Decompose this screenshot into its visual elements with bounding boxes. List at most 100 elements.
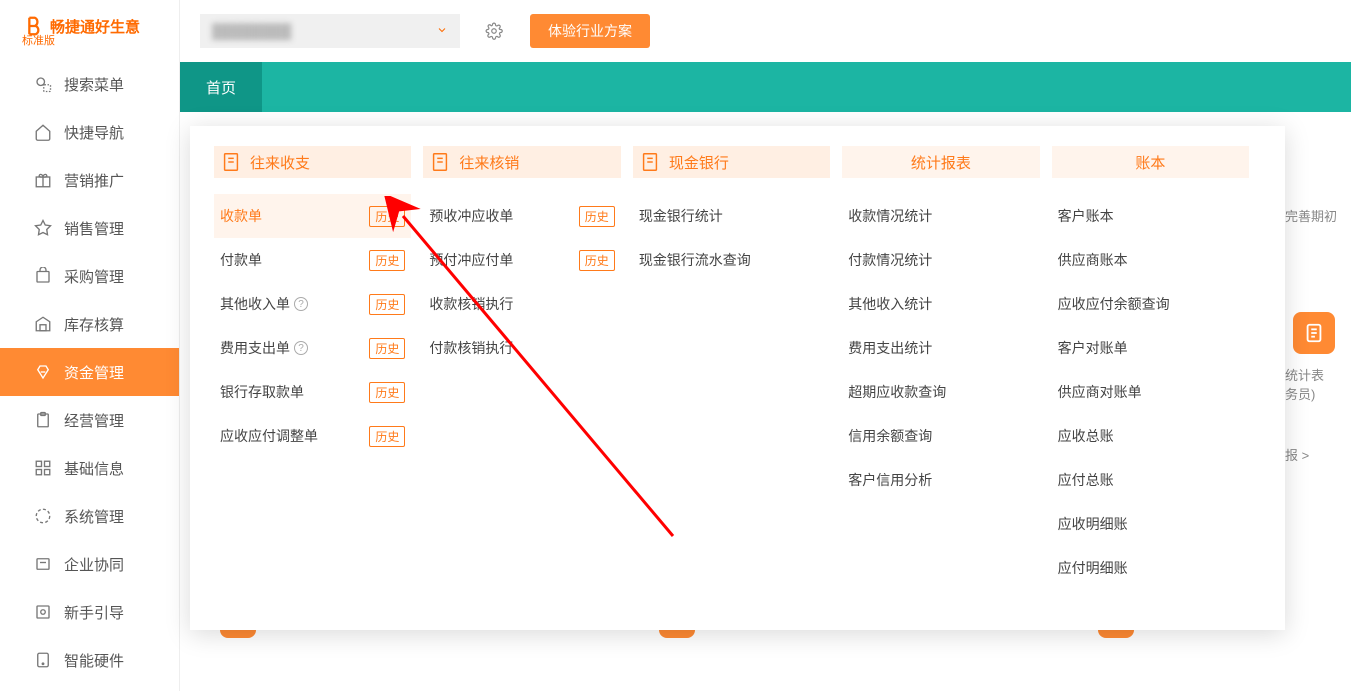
sidebar-item-label: 企业协同: [64, 554, 124, 575]
logo: 畅捷通好生意 标准版: [0, 0, 179, 52]
sidebar-item-5[interactable]: 库存核算: [0, 300, 179, 348]
menu-item[interactable]: 客户账本: [1052, 194, 1249, 238]
sidebar-item-3[interactable]: 销售管理: [0, 204, 179, 252]
search-icon: [34, 75, 52, 93]
floating-doc-button[interactable]: [1293, 312, 1335, 354]
menu-column-header: 往来核销: [423, 146, 620, 178]
menu-item[interactable]: 付款单历史: [214, 238, 411, 282]
help-icon[interactable]: ?: [294, 297, 308, 311]
tab-home[interactable]: 首页: [180, 62, 262, 112]
menu-column-title: 往来收支: [250, 152, 310, 173]
history-tag[interactable]: 历史: [369, 382, 405, 403]
menu-item[interactable]: 供应商账本: [1052, 238, 1249, 282]
menu-item[interactable]: 其他收入单? 历史: [214, 282, 411, 326]
menu-item-label: 银行存取款单: [220, 382, 304, 402]
menu-item-label: 应收应付余额查询: [1058, 294, 1170, 314]
sidebar-item-label: 资金管理: [64, 362, 124, 383]
company-dropdown[interactable]: ████████: [200, 14, 460, 48]
menu-item[interactable]: 其他收入统计: [842, 282, 1039, 326]
menu-item-label: 收款情况统计: [848, 206, 932, 226]
help-icon[interactable]: ?: [294, 341, 308, 355]
menu-item[interactable]: 预收冲应收单 历史: [423, 194, 620, 238]
menu-item[interactable]: 客户对账单: [1052, 326, 1249, 370]
menu-item-label: 客户账本: [1058, 206, 1114, 226]
menu-item[interactable]: 应收应付调整单 历史: [214, 414, 411, 458]
logo-text: 畅捷通好生意: [50, 16, 140, 37]
chevron-down-icon: [436, 23, 448, 39]
menu-item-label: 预收冲应收单: [429, 206, 513, 226]
menu-item-label: 付款情况统计: [848, 250, 932, 270]
nav-list: 搜索菜单快捷导航营销推广销售管理采购管理库存核算资金管理经营管理基础信息系统管理…: [0, 52, 179, 684]
menu-item-label: 其他收入单?: [220, 294, 308, 314]
history-tag[interactable]: 历史: [369, 294, 405, 315]
menu-item-label: 费用支出单?: [220, 338, 308, 358]
sidebar-item-label: 库存核算: [64, 314, 124, 335]
sidebar-item-label: 采购管理: [64, 266, 124, 287]
sidebar-item-4[interactable]: 采购管理: [0, 252, 179, 300]
menu-item[interactable]: 客户信用分析: [842, 458, 1039, 502]
sidebar-item-6[interactable]: 资金管理: [0, 348, 179, 396]
spinner-icon: [34, 507, 52, 525]
history-tag[interactable]: 历史: [579, 250, 615, 271]
menu-item-label: 超期应收款查询: [848, 382, 946, 402]
menu-column-2: 现金银行现金银行统计现金银行流水查询: [633, 146, 842, 590]
menu-item[interactable]: 应付明细账: [1052, 546, 1249, 590]
history-tag[interactable]: 历史: [369, 338, 405, 359]
sidebar-item-1[interactable]: 快捷导航: [0, 108, 179, 156]
money-icon: [34, 363, 52, 381]
menu-item[interactable]: 现金银行统计: [633, 194, 830, 238]
history-tag[interactable]: 历史: [369, 206, 405, 227]
menu-item[interactable]: 付款情况统计: [842, 238, 1039, 282]
menu-item-label: 应收应付调整单: [220, 426, 318, 446]
menu-item-label: 应收明细账: [1058, 514, 1128, 534]
menu-item[interactable]: 银行存取款单 历史: [214, 370, 411, 414]
top-bar: ████████ 体验行业方案: [180, 0, 1351, 62]
badge-icon: [34, 219, 52, 237]
grid-icon: [34, 459, 52, 477]
sidebar-item-2[interactable]: 营销推广: [0, 156, 179, 204]
sidebar-item-10[interactable]: 企业协同: [0, 540, 179, 588]
company-name: ████████: [212, 23, 291, 39]
sidebar-item-8[interactable]: 基础信息: [0, 444, 179, 492]
menu-item[interactable]: 信用余额查询: [842, 414, 1039, 458]
menu-item[interactable]: 收款情况统计: [842, 194, 1039, 238]
menu-item[interactable]: 费用支出统计: [842, 326, 1039, 370]
menu-item[interactable]: 收款单历史: [214, 194, 411, 238]
menu-item[interactable]: 收款核销执行: [423, 282, 620, 326]
menu-item[interactable]: 现金银行流水查询: [633, 238, 830, 282]
cart-icon: [34, 267, 52, 285]
menu-column-0: 往来收支收款单历史付款单历史其他收入单?历史费用支出单?历史银行存取款单历史应收…: [214, 146, 423, 590]
menu-item[interactable]: 应收明细账: [1052, 502, 1249, 546]
menu-item[interactable]: 应收应付余额查询: [1052, 282, 1249, 326]
menu-item[interactable]: 费用支出单? 历史: [214, 326, 411, 370]
history-tag[interactable]: 历史: [579, 206, 615, 227]
sidebar-item-label: 搜索菜单: [64, 74, 124, 95]
menu-item-label: 客户信用分析: [848, 470, 932, 490]
tab-bar: 首页: [180, 62, 1351, 112]
menu-column-3: 统计报表收款情况统计付款情况统计其他收入统计费用支出统计超期应收款查询信用余额查…: [842, 146, 1051, 590]
sidebar-item-12[interactable]: 智能硬件: [0, 636, 179, 684]
home-icon: [34, 123, 52, 141]
hint-report: 报 >: [1285, 445, 1351, 464]
menu-item[interactable]: 预付冲应付单历史: [423, 238, 620, 282]
sidebar-item-label: 销售管理: [64, 218, 124, 239]
menu-item[interactable]: 付款核销执行: [423, 326, 620, 370]
device-icon: [34, 651, 52, 669]
history-tag[interactable]: 历史: [369, 250, 405, 271]
document-icon: [1303, 322, 1325, 344]
settings-button[interactable]: [478, 15, 510, 47]
history-tag[interactable]: 历史: [369, 426, 405, 447]
sidebar-item-9[interactable]: 系统管理: [0, 492, 179, 540]
menu-column-1: 往来核销预收冲应收单历史预付冲应付单历史收款核销执行付款核销执行: [423, 146, 632, 590]
menu-item-label: 信用余额查询: [848, 426, 932, 446]
menu-item[interactable]: 超期应收款查询: [842, 370, 1039, 414]
menu-item[interactable]: 应付总账: [1052, 458, 1249, 502]
hint-complete-initial: 完善期初: [1285, 206, 1351, 225]
sidebar-item-label: 智能硬件: [64, 650, 124, 671]
menu-item[interactable]: 供应商对账单: [1052, 370, 1249, 414]
primary-button[interactable]: 体验行业方案: [530, 14, 650, 48]
menu-item[interactable]: 应收总账: [1052, 414, 1249, 458]
sidebar-item-0[interactable]: 搜索菜单: [0, 60, 179, 108]
sidebar-item-7[interactable]: 经营管理: [0, 396, 179, 444]
sidebar-item-11[interactable]: 新手引导: [0, 588, 179, 636]
